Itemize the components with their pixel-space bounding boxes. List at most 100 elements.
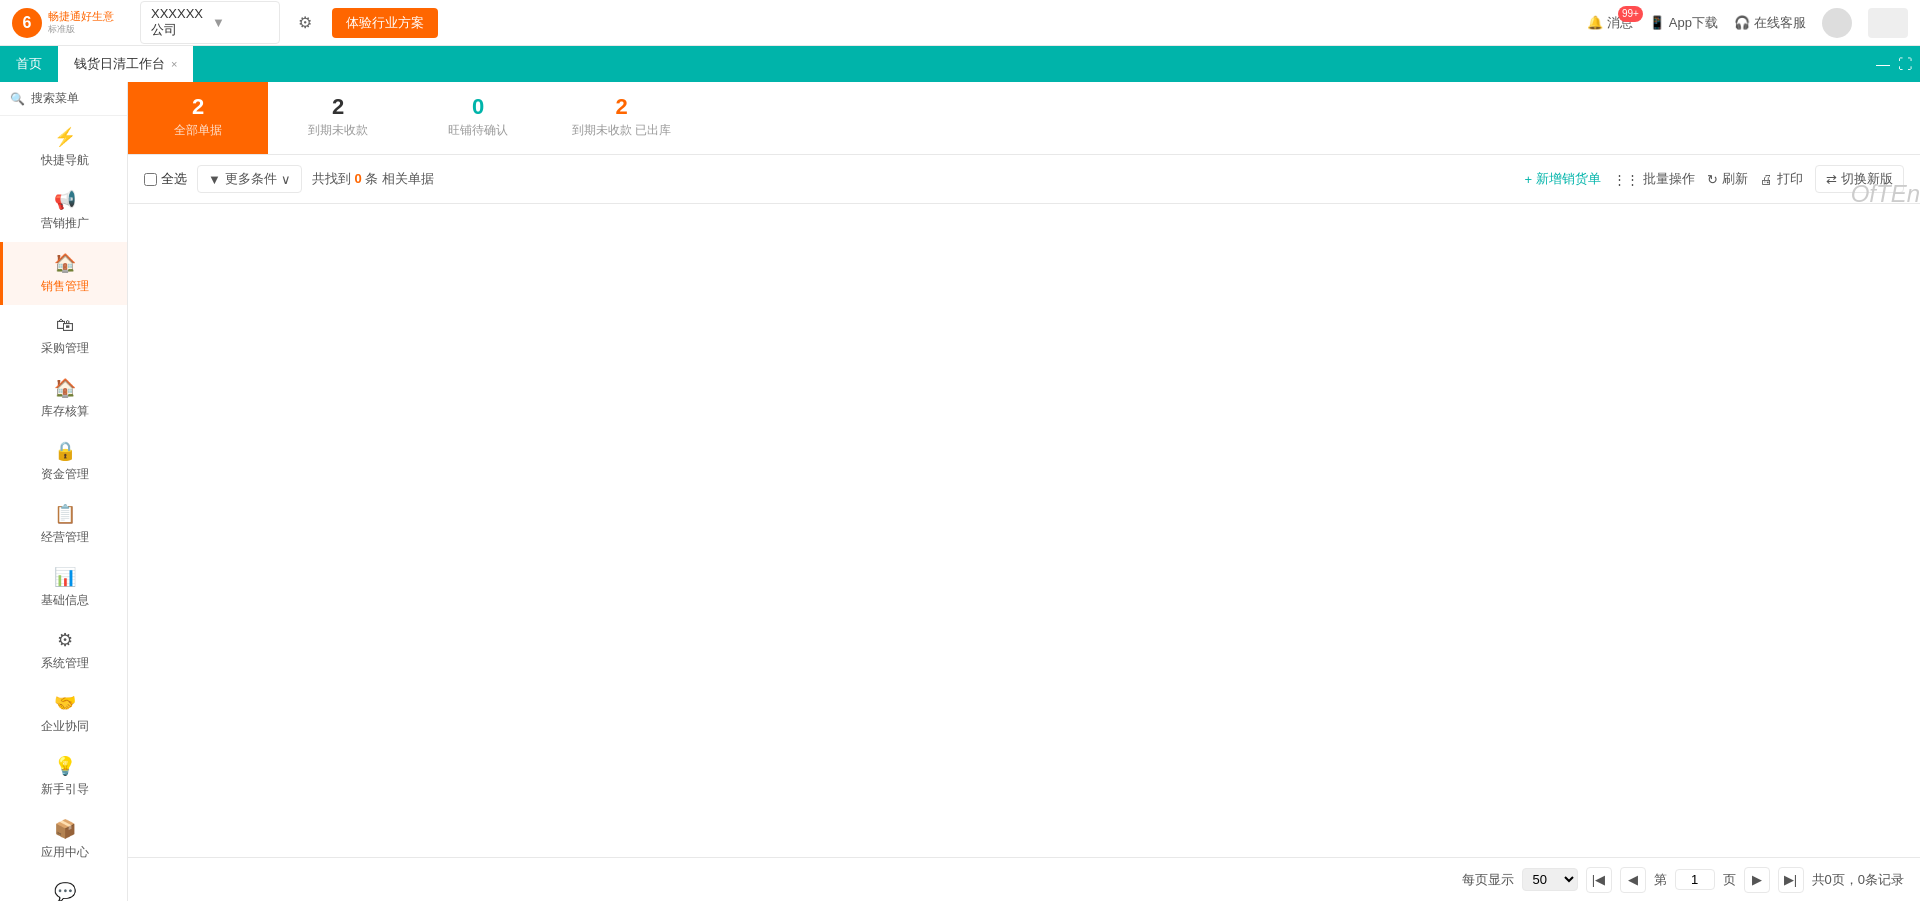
- switch-icon: ⇄: [1826, 172, 1837, 187]
- sidebar-item-system[interactable]: ⚙ 系统管理: [0, 619, 127, 682]
- switch-button[interactable]: ⇄ 切换新版: [1815, 165, 1904, 193]
- stat-card-shipped[interactable]: 2 到期未收款 已出库: [548, 82, 695, 154]
- tab-minimize-icon[interactable]: —: [1876, 56, 1890, 72]
- print-icon: 🖨: [1760, 172, 1773, 187]
- next-page-button[interactable]: ▶: [1744, 867, 1770, 893]
- nav-tabs: 首页 钱货日清工作台 × — ⛶: [0, 46, 1920, 82]
- sidebar-label: 销售管理: [41, 278, 89, 295]
- base-info-icon: 📊: [54, 566, 76, 588]
- search-icon: 🔍: [10, 92, 25, 106]
- sidebar-item-marketing[interactable]: 📢 营销推广: [0, 179, 127, 242]
- add-label: 新增销货单: [1536, 170, 1601, 188]
- online-service-button[interactable]: 🎧 在线客服: [1734, 14, 1806, 32]
- sidebar-item-wechat[interactable]: 💬 企业微信: [0, 871, 127, 901]
- system-icon: ⚙: [57, 629, 73, 651]
- message-button[interactable]: 🔔 消息 99+: [1587, 14, 1633, 32]
- per-page-select[interactable]: 50 100 200: [1522, 868, 1578, 891]
- sidebar-item-operations[interactable]: 📋 经营管理: [0, 493, 127, 556]
- filter-label: 更多条件: [225, 170, 277, 188]
- sidebar-item-guide[interactable]: 💡 新手引导: [0, 745, 127, 808]
- logo-icon: 6: [12, 8, 42, 38]
- refresh-button[interactable]: ↻ 刷新: [1707, 170, 1748, 188]
- avatar[interactable]: [1822, 8, 1852, 38]
- found-count: 0: [355, 171, 362, 186]
- logo-badge: 标准版: [48, 23, 114, 36]
- toolbar: 全选 ▼ 更多条件 ∨ 共找到 0 条 相关单据 + 新增销货单: [128, 155, 1920, 204]
- found-text: 共找到 0 条 相关单据: [312, 170, 434, 188]
- filter-button[interactable]: ▼ 更多条件 ∨: [197, 165, 302, 193]
- filter-chevron-icon: ∨: [281, 172, 291, 187]
- table-area: [128, 204, 1920, 857]
- sidebar-item-app-center[interactable]: 📦 应用中心: [0, 808, 127, 871]
- stat-label-shipped: 到期未收款 已出库: [572, 122, 671, 139]
- app-download-button[interactable]: 📱 App下载: [1649, 14, 1718, 32]
- sidebar-label: 应用中心: [41, 844, 89, 861]
- page-unit: 页: [1723, 871, 1736, 889]
- found-prefix: 共找到: [312, 171, 351, 186]
- inventory-icon: 🏠: [54, 377, 76, 399]
- sidebar-label: 企业协同: [41, 718, 89, 735]
- toolbar-left: 全选 ▼ 更多条件 ∨ 共找到 0 条 相关单据: [144, 165, 434, 193]
- finance-icon: 🔒: [54, 440, 76, 462]
- batch-button[interactable]: ⋮⋮ 批量操作: [1613, 170, 1695, 188]
- select-all-checkbox[interactable]: 全选: [144, 170, 187, 188]
- sidebar-item-finance[interactable]: 🔒 资金管理: [0, 430, 127, 493]
- sidebar-label: 采购管理: [41, 340, 89, 357]
- experience-button[interactable]: 体验行业方案: [332, 8, 438, 38]
- prev-page-button[interactable]: ◀: [1620, 867, 1646, 893]
- app-download-label: App下载: [1669, 14, 1718, 32]
- sidebar-item-inventory[interactable]: 🏠 库存核算: [0, 367, 127, 430]
- tab-close-icon[interactable]: ×: [171, 58, 177, 70]
- header-right: 🔔 消息 99+ 📱 App下载 🎧 在线客服: [1587, 8, 1908, 38]
- sidebar-label: 资金管理: [41, 466, 89, 483]
- logo-area: 6 畅捷通好生意 标准版: [12, 8, 140, 38]
- sidebar-item-sales[interactable]: 🏠 销售管理: [0, 242, 127, 305]
- found-suffix: 相关单据: [382, 171, 434, 186]
- sidebar-label: 经营管理: [41, 529, 89, 546]
- tab-active[interactable]: 钱货日清工作台 ×: [58, 46, 193, 82]
- sidebar-item-purchase[interactable]: 🛍 采购管理: [0, 305, 127, 367]
- tab-maximize-icon[interactable]: ⛶: [1898, 56, 1912, 72]
- company-selector[interactable]: XXXXXX公司 ▼: [140, 1, 280, 44]
- stat-num-shipped: 2: [572, 94, 671, 120]
- user-info[interactable]: [1868, 8, 1908, 38]
- sidebar-search[interactable]: 🔍 搜索菜单: [0, 82, 127, 116]
- stat-num-overdue: 2: [292, 94, 384, 120]
- page-label: 第: [1654, 871, 1667, 889]
- total-info: 共0页，0条记录: [1812, 871, 1904, 889]
- stat-label-all: 全部单据: [152, 122, 244, 139]
- page-input[interactable]: [1675, 869, 1715, 890]
- tab-label: 钱货日清工作台: [74, 55, 165, 73]
- add-sale-button[interactable]: + 新增销货单: [1524, 170, 1601, 188]
- sidebar-item-cooperation[interactable]: 🤝 企业协同: [0, 682, 127, 745]
- company-name: XXXXXX公司: [151, 6, 208, 39]
- sidebar: 🔍 搜索菜单 ⚡ 快捷导航 📢 营销推广 🏠 销售管理 🛍 采购管理 🏠 库存核…: [0, 82, 128, 901]
- sidebar-item-base-info[interactable]: 📊 基础信息: [0, 556, 127, 619]
- refresh-icon: ↻: [1707, 172, 1718, 187]
- stat-card-all[interactable]: 2 全部单据: [128, 82, 268, 154]
- message-badge: 99+: [1618, 6, 1643, 22]
- stat-card-wangpu[interactable]: 0 旺铺待确认: [408, 82, 548, 154]
- quick-nav-icon: ⚡: [54, 126, 76, 148]
- stats-row: 2 全部单据 2 到期未收款 0 旺铺待确认 2 到期未收款 已出库: [128, 82, 1920, 155]
- settings-button[interactable]: ⚙: [290, 8, 320, 38]
- sidebar-label: 系统管理: [41, 655, 89, 672]
- guide-icon: 💡: [54, 755, 76, 777]
- tab-home[interactable]: 首页: [0, 46, 58, 82]
- top-header: 6 畅捷通好生意 标准版 XXXXXX公司 ▼ ⚙ 体验行业方案 🔔 消息 99…: [0, 0, 1920, 46]
- download-icon: 📱: [1649, 15, 1665, 30]
- sidebar-item-quick-nav[interactable]: ⚡ 快捷导航: [0, 116, 127, 179]
- marketing-icon: 📢: [54, 189, 76, 211]
- operations-icon: 📋: [54, 503, 76, 525]
- select-all-input[interactable]: [144, 173, 157, 186]
- logo-text: 畅捷通好生意: [48, 9, 114, 23]
- stat-card-overdue[interactable]: 2 到期未收款: [268, 82, 408, 154]
- chevron-down-icon: ▼: [212, 15, 269, 30]
- first-page-button[interactable]: |◀: [1586, 867, 1612, 893]
- app-center-icon: 📦: [54, 818, 76, 840]
- last-page-button[interactable]: ▶|: [1778, 867, 1804, 893]
- wechat-icon: 💬: [54, 881, 76, 901]
- print-button[interactable]: 🖨 打印: [1760, 170, 1803, 188]
- refresh-label: 刷新: [1722, 170, 1748, 188]
- sidebar-label: 库存核算: [41, 403, 89, 420]
